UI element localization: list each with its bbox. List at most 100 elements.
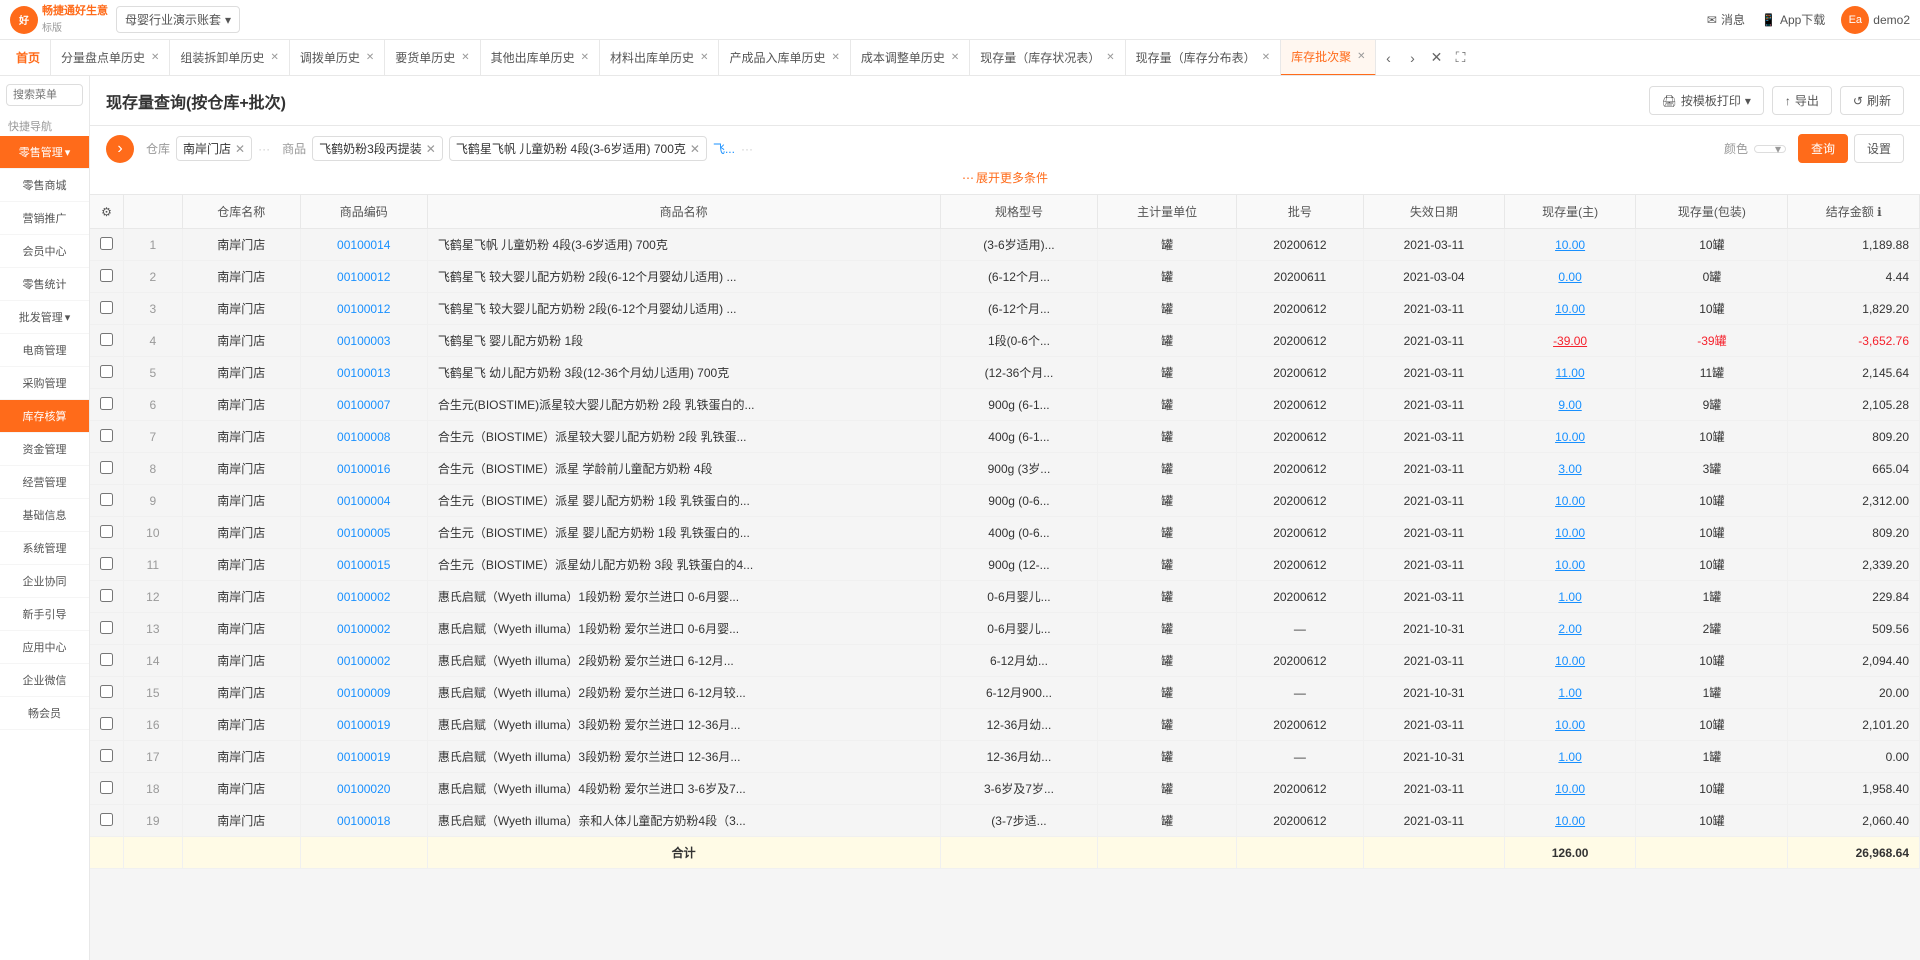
tab-close-icon[interactable]: ✕ [461,52,469,63]
tab-next-btn[interactable]: › [1400,40,1424,76]
sidebar-item-member2[interactable]: 畅会员 [0,697,89,730]
row-checkbox[interactable] [100,237,113,250]
tab-ku-pi[interactable]: 库存批次聚 ✕ [1281,40,1376,76]
td-check[interactable] [90,485,124,517]
tab-close-icon[interactable]: ✕ [831,52,839,63]
product-dots-btn[interactable]: ··· [741,142,753,156]
refresh-btn[interactable]: ↺ 刷新 [1840,86,1904,115]
td-check[interactable] [90,421,124,453]
td-check[interactable] [90,261,124,293]
export-btn[interactable]: ↑ 导出 [1772,86,1832,115]
tab-home[interactable]: 首页 [6,40,51,76]
sidebar-item-finance[interactable]: 资金管理 [0,433,89,466]
tab-close-icon[interactable]: ✕ [951,52,959,63]
user-area[interactable]: Ea demo2 [1841,6,1910,34]
td-check[interactable] [90,325,124,357]
row-checkbox[interactable] [100,301,113,314]
sidebar-item-zero-manage[interactable]: 零售管理 ▾ [0,136,89,169]
tab-fen-pan[interactable]: 分量盘点单历史 ✕ [51,40,170,76]
sidebar-item-member[interactable]: 会员中心 [0,235,89,268]
tab-zu-zhuang[interactable]: 组装拆卸单历史 ✕ [170,40,289,76]
row-checkbox[interactable] [100,269,113,282]
product-tag-close-1[interactable]: ✕ [426,142,436,156]
tab-close-icon[interactable]: ✕ [270,52,278,63]
row-checkbox[interactable] [100,557,113,570]
row-checkbox[interactable] [100,365,113,378]
sidebar-item-operation[interactable]: 经营管理 [0,466,89,499]
row-checkbox[interactable] [100,781,113,794]
tab-chengben-tiao[interactable]: 成本调整单历史 ✕ [851,40,970,76]
td-check[interactable] [90,773,124,805]
sidebar-item-enterprise[interactable]: 企业协同 [0,565,89,598]
td-check[interactable] [90,805,124,837]
row-checkbox[interactable] [100,589,113,602]
warehouse-dots[interactable]: ··· [258,142,270,156]
sidebar-item-batch-manage[interactable]: 批发管理 ▾ [0,301,89,334]
tab-xianzai-ku[interactable]: 现存量（库存状况表） ✕ [970,40,1125,76]
row-checkbox[interactable] [100,525,113,538]
expand-more-btn[interactable]: ⋯ 展开更多条件 [962,169,1048,186]
row-checkbox[interactable] [100,333,113,346]
tab-close-icon[interactable]: ✕ [151,52,159,63]
sidebar-item-enterprise-wechat[interactable]: 企业微信 [0,664,89,697]
tab-close-icon[interactable]: ✕ [366,52,374,63]
tab-close-all-btn[interactable]: ✕ [1424,40,1448,76]
td-check[interactable] [90,517,124,549]
row-checkbox[interactable] [100,461,113,474]
tab-close-icon[interactable]: ✕ [700,52,708,63]
tab-maximize-btn[interactable]: ⛶ [1448,40,1472,76]
sidebar-item-marketing[interactable]: 营销推广 [0,202,89,235]
td-check[interactable] [90,709,124,741]
filter-expand-toggle[interactable]: › [106,135,134,163]
tab-qita-chu[interactable]: 其他出库单历史 ✕ [481,40,600,76]
messages-btn[interactable]: ✉ 消息 [1707,11,1745,28]
sidebar-item-inventory[interactable]: 库存核算 [0,400,89,433]
warehouse-tag-close[interactable]: ✕ [235,142,245,156]
sidebar-item-zero-stat[interactable]: 零售统计 [0,268,89,301]
tab-tiao-bo[interactable]: 调拨单历史 ✕ [290,40,385,76]
sidebar-item-app-center[interactable]: 应用中心 [0,631,89,664]
row-checkbox[interactable] [100,397,113,410]
row-checkbox[interactable] [100,685,113,698]
tab-prev-btn[interactable]: ‹ [1376,40,1400,76]
row-checkbox[interactable] [100,749,113,762]
tab-close-icon[interactable]: ✕ [1262,52,1270,63]
td-check[interactable] [90,613,124,645]
query-btn[interactable]: 查询 [1798,134,1848,163]
row-checkbox[interactable] [100,653,113,666]
tab-xianzai-fen[interactable]: 现存量（库存分布表） ✕ [1126,40,1281,76]
tab-close-icon[interactable]: ✕ [1106,52,1114,63]
td-check[interactable] [90,453,124,485]
td-check[interactable] [90,549,124,581]
row-checkbox[interactable] [100,621,113,634]
row-checkbox[interactable] [100,717,113,730]
sidebar-item-basic[interactable]: 基础信息 [0,499,89,532]
print-btn[interactable]: 🖨 按模板打印 ▾ [1649,86,1764,115]
td-check[interactable] [90,389,124,421]
td-check[interactable] [90,229,124,261]
td-check[interactable] [90,645,124,677]
tab-yao-huo[interactable]: 要货单历史 ✕ [385,40,480,76]
tab-close-icon[interactable]: ✕ [1357,51,1365,62]
tab-cailiao-chu[interactable]: 材料出库单历史 ✕ [600,40,719,76]
color-dropdown[interactable]: ▾ [1754,145,1786,153]
tab-chancheng-ru[interactable]: 产成品入库单历史 ✕ [719,40,850,76]
th-settings[interactable]: ⚙ [90,195,124,229]
product-tag-close-2[interactable]: ✕ [690,142,700,156]
account-dropdown[interactable]: 母婴行业演示账套 ▾ [116,6,240,33]
sidebar-item-zero-shop[interactable]: 零售商城 [0,169,89,202]
search-input[interactable] [6,84,83,106]
settings-btn[interactable]: 设置 [1854,134,1904,163]
sidebar-item-purchase[interactable]: 采购管理 [0,367,89,400]
row-checkbox[interactable] [100,813,113,826]
td-check[interactable] [90,357,124,389]
tab-close-icon[interactable]: ✕ [581,52,589,63]
sidebar-item-guide[interactable]: 新手引导 [0,598,89,631]
sidebar-item-ecommerce[interactable]: 电商管理 [0,334,89,367]
td-check[interactable] [90,293,124,325]
td-check[interactable] [90,581,124,613]
app-download-btn[interactable]: 📱 App下载 [1761,11,1825,28]
sidebar-item-system[interactable]: 系统管理 [0,532,89,565]
td-check[interactable] [90,677,124,709]
row-checkbox[interactable] [100,493,113,506]
